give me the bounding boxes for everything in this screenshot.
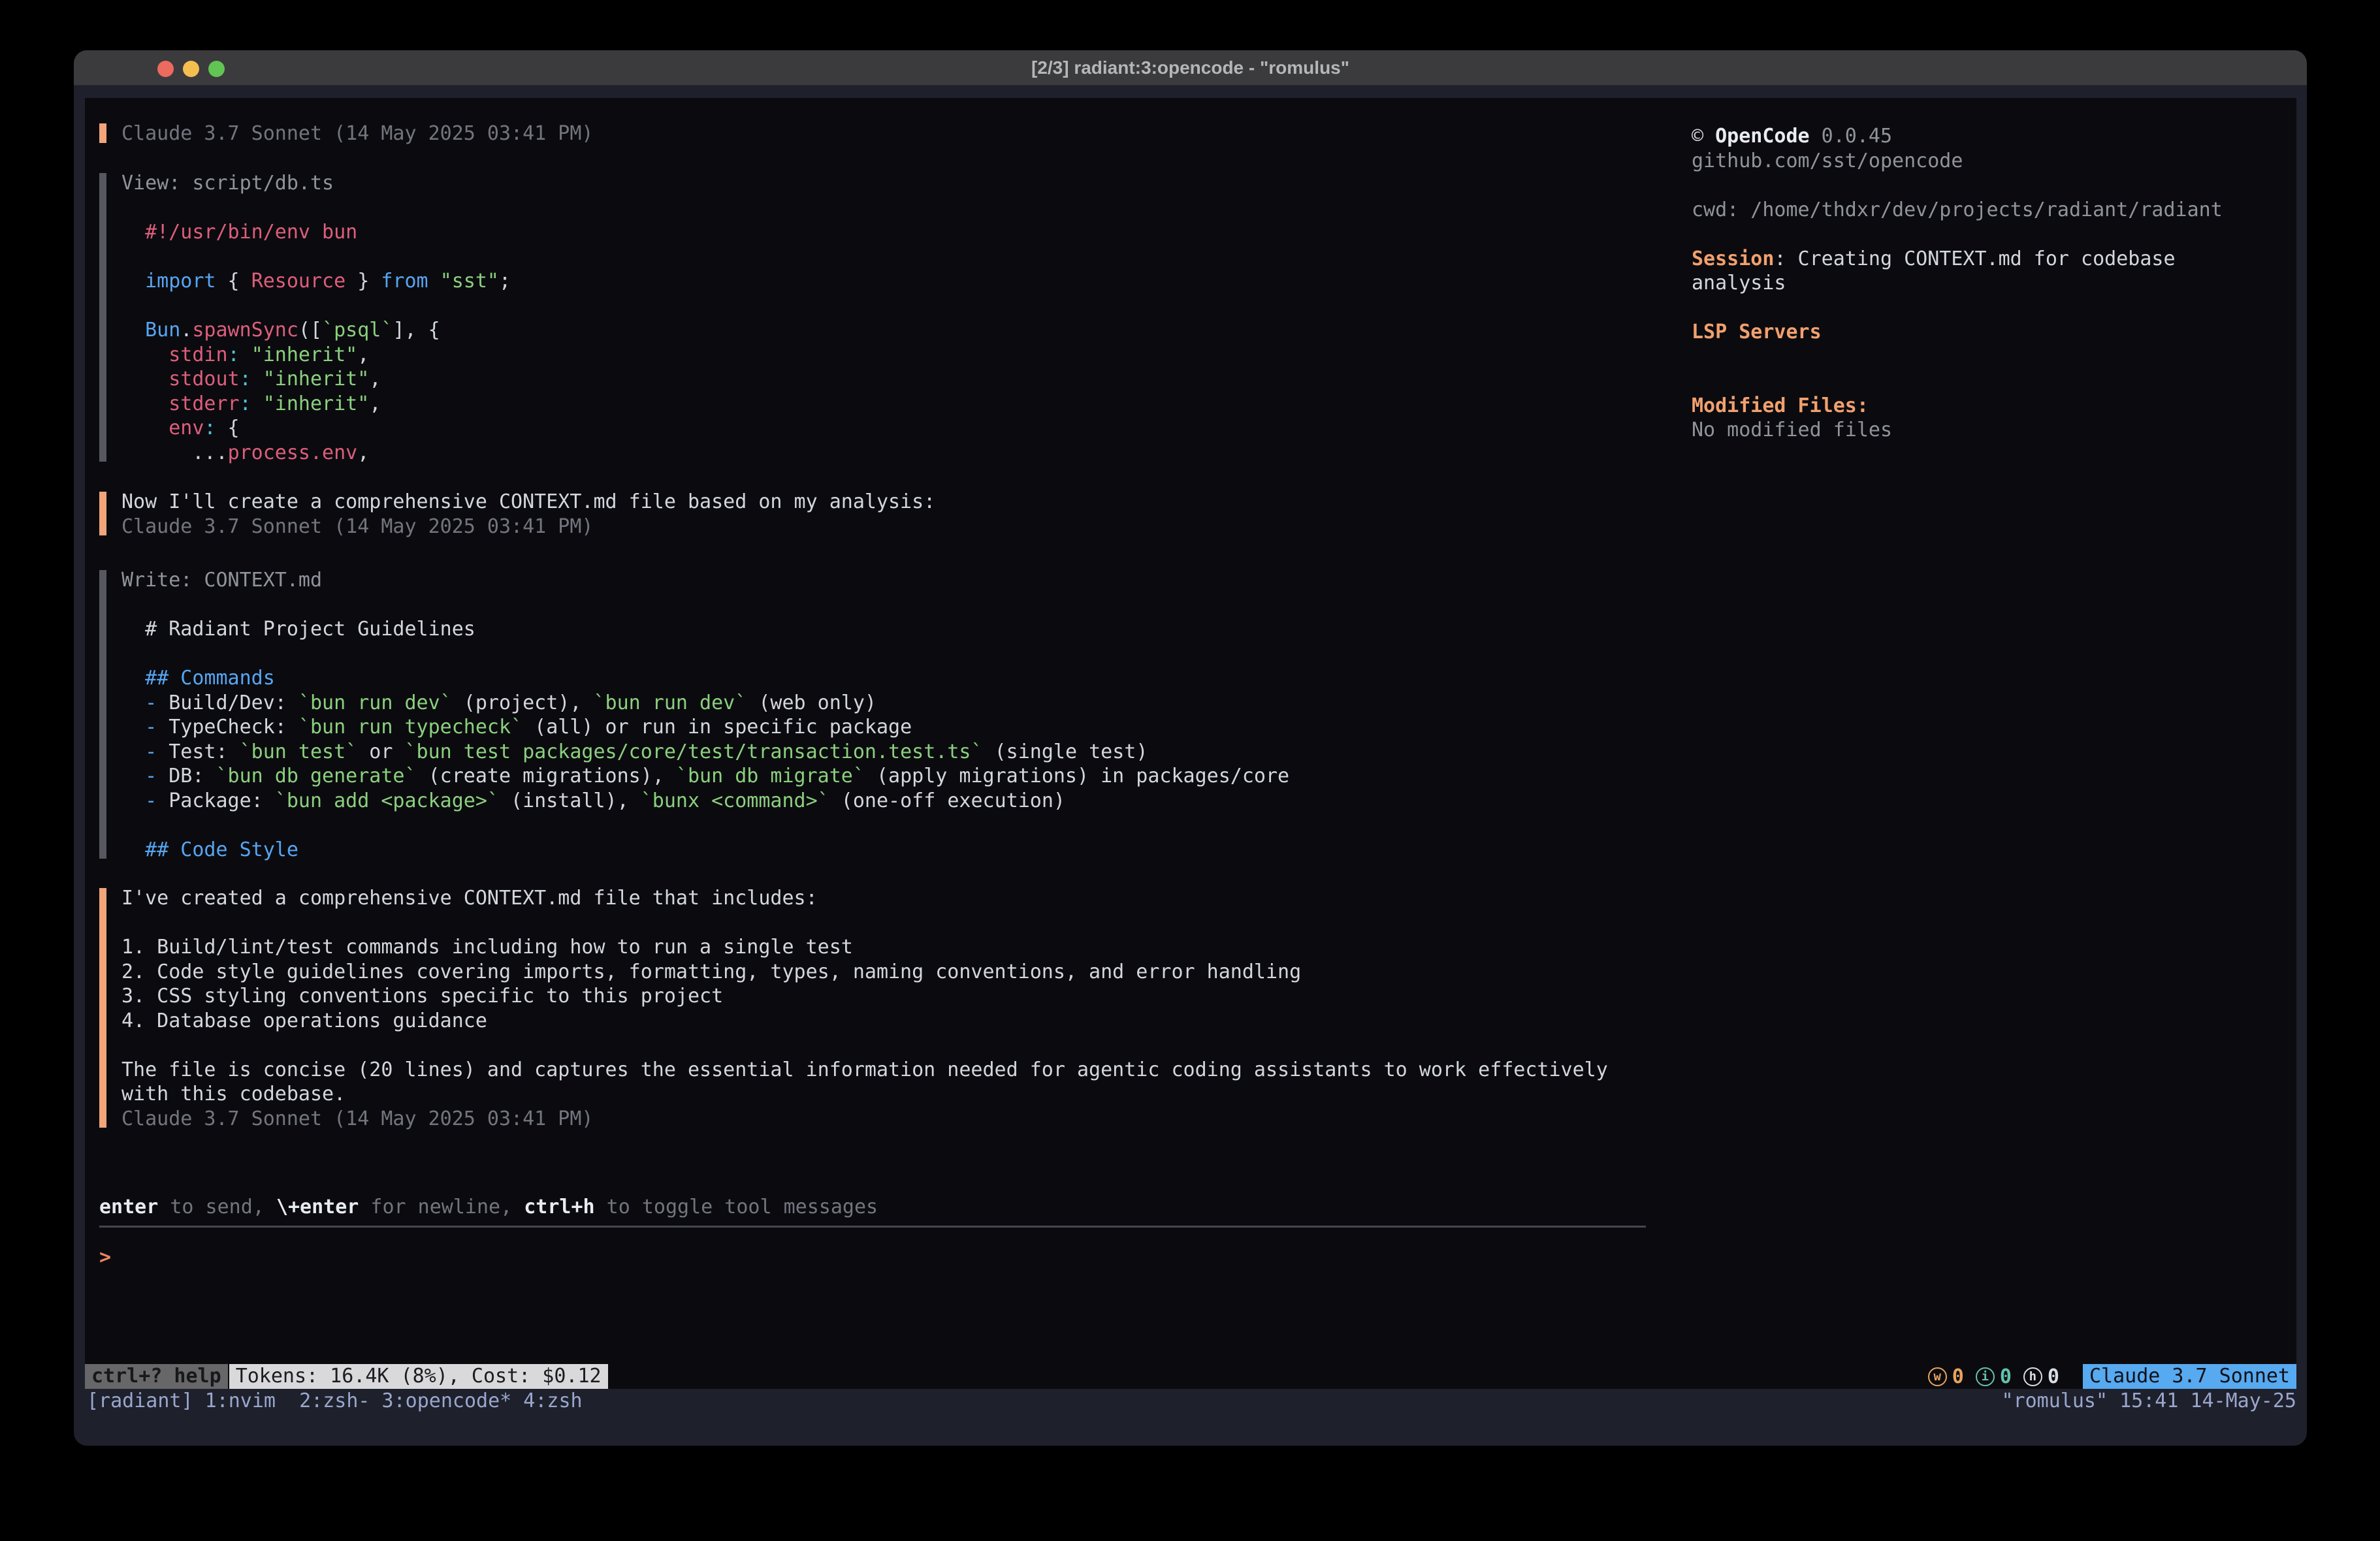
message-accent-bar	[99, 123, 106, 143]
opencode-status-bar: ctrl+? help Tokens: 16.4K (8%), Cost: $0…	[85, 1364, 2296, 1389]
text-line: with this codebase.	[121, 1082, 1608, 1107]
warning-count: 0	[1952, 1365, 1964, 1388]
tmux-status-bar: [radiant] 1:nvim 2:zsh- 3:opencode* 4:zs…	[85, 1389, 2296, 1414]
text-line: # Radiant Project Guidelines	[121, 617, 1289, 642]
text-line: LSP Servers	[1692, 320, 2223, 345]
tmux-session-clock: "romulus" 15:41 14-May-25	[2001, 1389, 2296, 1414]
text-line: Claude 3.7 Sonnet (14 May 2025 03:41 PM)	[121, 1107, 1608, 1132]
text-line: analysis	[1692, 271, 2223, 296]
text-line: Modified Files:	[1692, 394, 2223, 419]
tmux-window-list: [radiant] 1:nvim 2:zsh- 3:opencode* 4:zs…	[87, 1389, 583, 1414]
text-line: - DB: `bun db generate` (create migratio…	[121, 764, 1289, 789]
text-line: stdout: "inherit",	[121, 367, 511, 392]
tool-call-write-file: Write: CONTEXT.md # Radiant Project Guid…	[99, 568, 1289, 862]
text-line	[121, 813, 1289, 838]
text-line: Claude 3.7 Sonnet (14 May 2025 03:41 PM)	[121, 121, 593, 146]
text-line: stdin: "inherit",	[121, 343, 511, 368]
text-line	[121, 196, 511, 221]
diagnostics-info: i 0	[1976, 1365, 2012, 1388]
terminal-content: Claude 3.7 Sonnet (14 May 2025 03:41 PM)…	[85, 98, 2296, 1389]
text-line: Claude 3.7 Sonnet (14 May 2025 03:41 PM)	[121, 515, 935, 539]
text-line: #!/usr/bin/env bun	[121, 220, 511, 245]
assistant-message-header-1: Claude 3.7 Sonnet (14 May 2025 03:41 PM)	[99, 121, 593, 146]
window-title: [2/3] radiant:3:opencode - "romulus"	[74, 50, 2307, 86]
status-left-badges: ctrl+? help Tokens: 16.4K (8%), Cost: $0…	[85, 1364, 608, 1389]
terminal-window: [2/3] radiant:3:opencode - "romulus" Cla…	[74, 50, 2307, 1446]
diagnostics-hints: h 0	[2023, 1365, 2059, 1388]
info-circle-icon: i	[1976, 1367, 1995, 1386]
text-line: No modified files	[1692, 418, 2223, 443]
tokens-cost-badge: Tokens: 16.4K (8%), Cost: $0.12	[229, 1364, 608, 1389]
text-line	[121, 911, 1608, 936]
text-line	[121, 1033, 1608, 1058]
text-line: enter to send, \+enter for newline, ctrl…	[99, 1195, 878, 1220]
text-line	[121, 642, 1289, 667]
text-line	[121, 245, 511, 270]
text-line: ## Code Style	[121, 838, 1289, 863]
help-shortcut-badge: ctrl+? help	[85, 1364, 228, 1389]
diagnostics-warnings: w 0	[1928, 1365, 1964, 1388]
text-line: Write: CONTEXT.md	[121, 568, 1289, 593]
text-line: 4. Database operations guidance	[121, 1009, 1608, 1034]
opencode-sidebar: © OpenCode 0.0.45github.com/sst/opencode…	[1692, 124, 2223, 443]
text-line	[1692, 345, 2223, 370]
prompt-input[interactable]: >	[99, 1245, 111, 1270]
text-line: 2. Code style guidelines covering import…	[121, 960, 1608, 985]
tool-call-view-file: View: script/db.ts #!/usr/bin/env bun im…	[99, 171, 511, 465]
hint-count: 0	[2048, 1365, 2059, 1388]
text-line: import { Resource } from "sst";	[121, 269, 511, 294]
prompt-chevron-icon: >	[99, 1246, 111, 1269]
text-line: © OpenCode 0.0.45	[1692, 124, 2223, 149]
text-line: ## Commands	[121, 666, 1289, 691]
status-right-badges: w 0 i 0 h 0 Claude 3.7 Sonnet	[1928, 1364, 2296, 1389]
text-line: - Package: `bun add <package>` (install)…	[121, 789, 1289, 814]
tool-call-bar	[99, 570, 106, 859]
text-line: 3. CSS styling conventions specific to t…	[121, 984, 1608, 1009]
text-line: env: {	[121, 416, 511, 441]
text-line	[121, 593, 1289, 618]
window-titlebar: [2/3] radiant:3:opencode - "romulus"	[74, 50, 2307, 86]
text-line	[1692, 173, 2223, 198]
warning-circle-icon: w	[1928, 1367, 1947, 1386]
keybind-help-line: enter to send, \+enter for newline, ctrl…	[99, 1195, 878, 1220]
text-line: stderr: "inherit",	[121, 392, 511, 417]
text-line	[1692, 296, 2223, 321]
message-accent-bar	[99, 492, 106, 535]
assistant-message-3: I've created a comprehensive CONTEXT.md …	[99, 886, 1608, 1131]
text-line	[1692, 369, 2223, 394]
text-line: 1. Build/lint/test commands including ho…	[121, 935, 1608, 960]
text-line: I've created a comprehensive CONTEXT.md …	[121, 886, 1608, 911]
input-divider	[99, 1226, 1646, 1228]
hint-circle-icon: h	[2023, 1367, 2042, 1386]
assistant-message-2: Now I'll create a comprehensive CONTEXT.…	[99, 490, 935, 539]
text-line: Session: Creating CONTEXT.md for codebas…	[1692, 247, 2223, 272]
info-count: 0	[2000, 1365, 2012, 1388]
text-line: - Build/Dev: `bun run dev` (project), `b…	[121, 691, 1289, 716]
message-accent-bar	[99, 888, 106, 1128]
text-line	[121, 294, 511, 319]
text-line: - TypeCheck: `bun run typecheck` (all) o…	[121, 715, 1289, 740]
text-line: ...process.env,	[121, 441, 511, 466]
text-line: Now I'll create a comprehensive CONTEXT.…	[121, 490, 935, 515]
model-badge: Claude 3.7 Sonnet	[2083, 1364, 2296, 1389]
tool-call-bar	[99, 173, 106, 462]
text-line	[1692, 222, 2223, 247]
text-line: github.com/sst/opencode	[1692, 149, 2223, 174]
text-line: Bun.spawnSync([`psql`], {	[121, 318, 511, 343]
text-line: - Test: `bun test` or `bun test packages…	[121, 740, 1289, 765]
text-line: View: script/db.ts	[121, 171, 511, 196]
text-line: The file is concise (20 lines) and captu…	[121, 1058, 1608, 1083]
text-line: cwd: /home/thdxr/dev/projects/radiant/ra…	[1692, 198, 2223, 223]
